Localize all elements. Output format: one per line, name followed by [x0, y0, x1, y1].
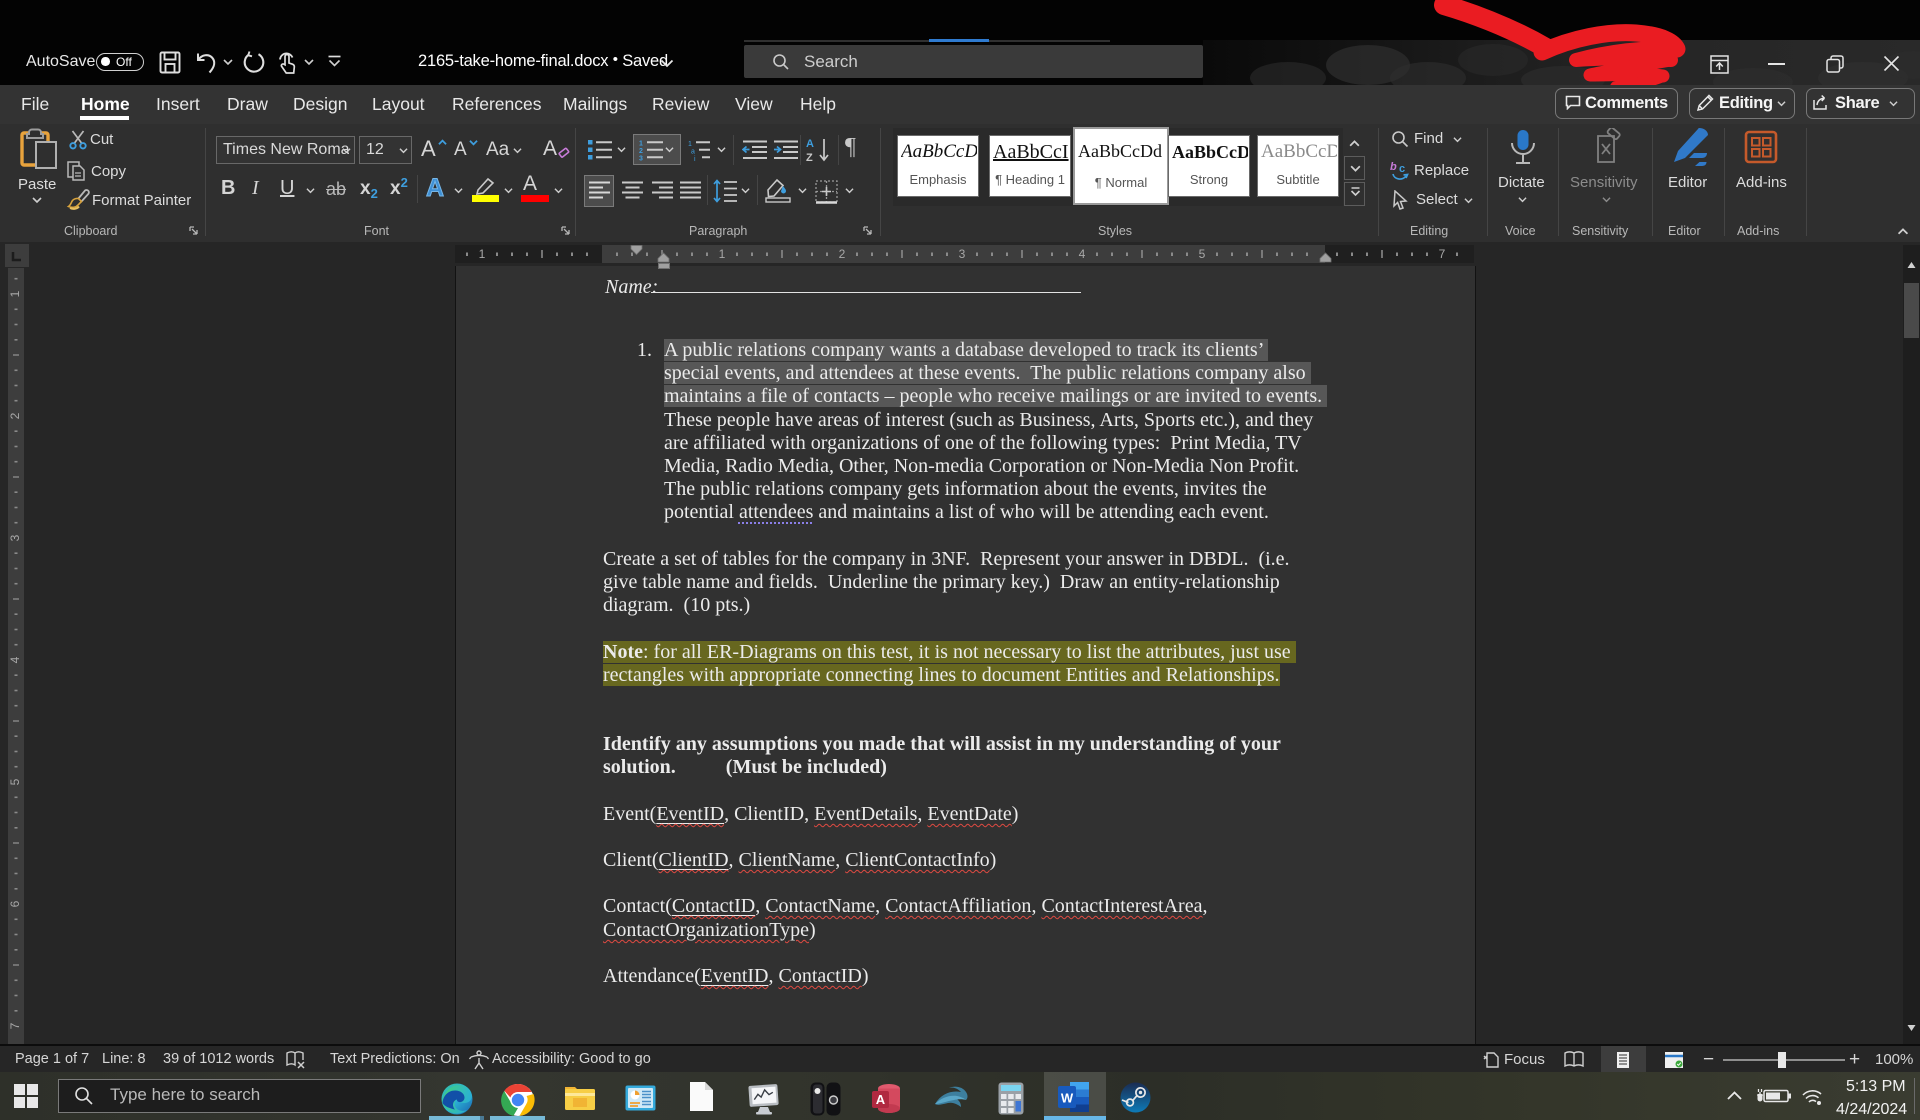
svg-text:1: 1 [688, 141, 692, 148]
svg-text:2: 2 [639, 148, 643, 155]
svg-text:4: 4 [1079, 247, 1086, 261]
svg-text:i: i [694, 156, 696, 161]
svg-text:2: 2 [8, 412, 22, 419]
svg-text:3: 3 [639, 156, 643, 162]
svg-text:c: c [1399, 163, 1405, 175]
svg-text:7: 7 [1439, 247, 1446, 261]
svg-text:5: 5 [1199, 247, 1206, 261]
svg-text:1: 1 [639, 141, 643, 148]
svg-text:7: 7 [8, 1022, 22, 1029]
svg-text:2: 2 [839, 247, 846, 261]
svg-text:A: A [806, 138, 814, 150]
svg-text:b: b [1390, 161, 1397, 173]
svg-text:Z: Z [806, 152, 813, 163]
svg-text:6: 6 [8, 900, 22, 907]
svg-text:4: 4 [8, 656, 22, 663]
svg-text:1: 1 [719, 247, 726, 261]
svg-text:1: 1 [8, 290, 22, 297]
svg-text:a: a [691, 149, 695, 156]
svg-text:3: 3 [959, 247, 966, 261]
svg-text:5: 5 [8, 778, 22, 785]
svg-text:A: A [876, 1092, 886, 1107]
svg-text:W: W [1061, 1091, 1074, 1106]
svg-text:1: 1 [479, 247, 486, 261]
svg-text:3: 3 [8, 534, 22, 541]
